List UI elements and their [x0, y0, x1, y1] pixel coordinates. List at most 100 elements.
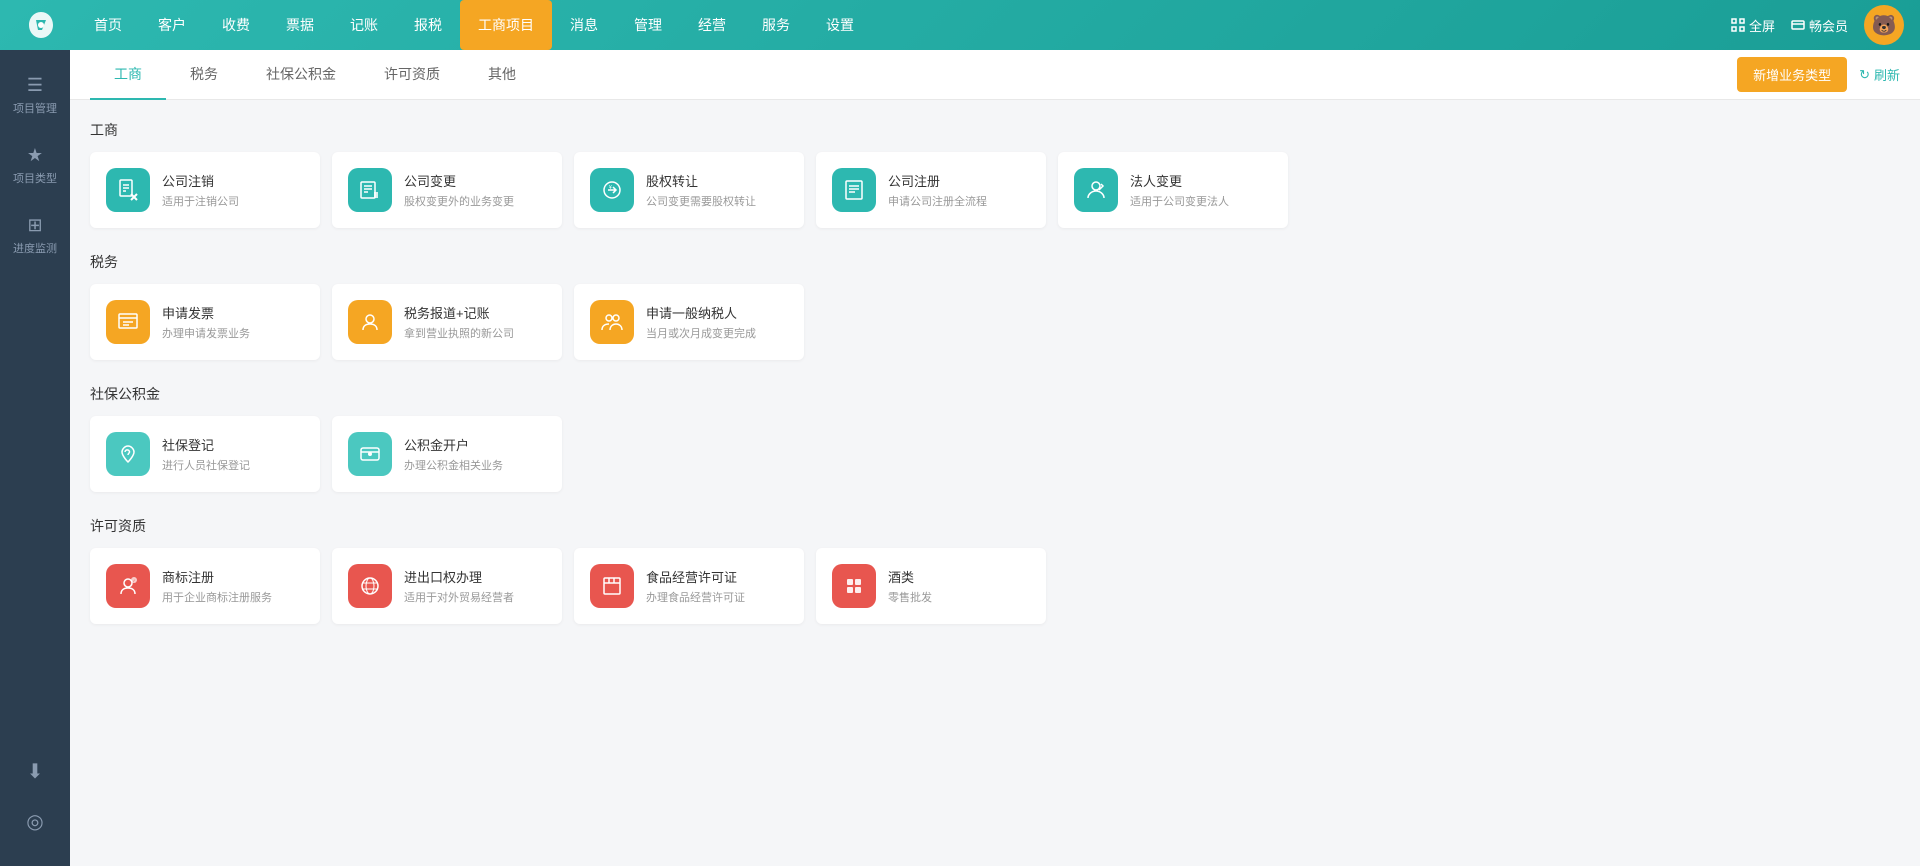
nav-bookkeeping[interactable]: 记账 [332, 0, 396, 50]
card-liquor[interactable]: 酒类 零售批发 [816, 548, 1046, 624]
refresh-icon: ↻ [1859, 67, 1870, 83]
card-title-food-license: 食品经营许可证 [646, 567, 788, 586]
main-layout: ☰ 项目管理 ★ 项目类型 ⊞ 进度监测 ⬇ ◎ 工商 税务 社保公积金 许可资… [0, 50, 1920, 866]
nav-operation[interactable]: 经营 [680, 0, 744, 50]
card-tax-report[interactable]: 税务报道+记账 拿到营业执照的新公司 [332, 284, 562, 360]
card-title-provident-fund: 公积金开户 [404, 435, 546, 454]
card-icon-legal-change [1074, 168, 1118, 212]
card-icon-equity-transfer: ¥ [590, 168, 634, 212]
logo [16, 0, 66, 50]
card-desc-trademark: 用于企业商标注册服务 [162, 589, 304, 605]
card-info-liquor: 酒类 零售批发 [888, 567, 1030, 605]
project-mgmt-icon: ☰ [27, 75, 43, 96]
tab-license[interactable]: 许可资质 [360, 50, 464, 100]
card-title-general-taxpayer: 申请一般纳税人 [646, 303, 788, 322]
nav-charge[interactable]: 收费 [204, 0, 268, 50]
card-icon-apply-invoice [106, 300, 150, 344]
tab-other[interactable]: 其他 [464, 50, 540, 100]
tab-bar: 工商 税务 社保公积金 许可资质 其他 新增业务类型 ↻ 刷新 [70, 50, 1920, 100]
card-title-import-export: 进出口权办理 [404, 567, 546, 586]
nav-right: 全屏 畅会员 🐻 [1731, 5, 1904, 45]
card-desc-social-register: 进行人员社保登记 [162, 457, 304, 473]
card-title-liquor: 酒类 [888, 567, 1030, 586]
card-info-tax-report: 税务报道+记账 拿到营业执照的新公司 [404, 303, 546, 341]
sidebar: ☰ 项目管理 ★ 项目类型 ⊞ 进度监测 ⬇ ◎ [0, 50, 70, 866]
card-social-register[interactable]: 社保登记 进行人员社保登记 [90, 416, 320, 492]
card-info-social-register: 社保登记 进行人员社保登记 [162, 435, 304, 473]
card-general-taxpayer[interactable]: 申请一般纳税人 当月或次月成变更完成 [574, 284, 804, 360]
scroll-content[interactable]: 工商 公司注销 适用于注销公司 公司变更 [70, 100, 1920, 866]
card-icon-import-export [348, 564, 392, 608]
card-desc-legal-change: 适用于公司变更法人 [1130, 193, 1272, 209]
card-title-trademark: 商标注册 [162, 567, 304, 586]
sidebar-item-label-project-type: 项目类型 [13, 170, 57, 186]
card-icon-tax-report [348, 300, 392, 344]
card-desc-provident-fund: 办理公积金相关业务 [404, 457, 546, 473]
nav-settings[interactable]: 设置 [808, 0, 872, 50]
nav-home[interactable]: 首页 [76, 0, 140, 50]
mascot-icon: 🐻 [1864, 5, 1904, 45]
card-info-company-cancel: 公司注销 适用于注销公司 [162, 171, 304, 209]
card-title-equity-transfer: 股权转让 [646, 171, 788, 190]
top-navigation: 首页 客户 收费 票据 记账 报税 工商项目 消息 管理 经营 服务 设置 全屏… [0, 0, 1920, 50]
card-company-cancel[interactable]: 公司注销 适用于注销公司 [90, 152, 320, 228]
new-type-button[interactable]: 新增业务类型 [1737, 57, 1847, 92]
card-info-trademark: 商标注册 用于企业商标注册服务 [162, 567, 304, 605]
member-label: 畅会员 [1809, 16, 1848, 35]
refresh-button[interactable]: ↻ 刷新 [1859, 65, 1900, 84]
card-desc-import-export: 适用于对外贸易经营者 [404, 589, 546, 605]
sidebar-item-label-project-mgmt: 项目管理 [13, 100, 57, 116]
nav-invoice[interactable]: 票据 [268, 0, 332, 50]
content-area: 工商 税务 社保公积金 许可资质 其他 新增业务类型 ↻ 刷新 工商 [70, 50, 1920, 866]
card-company-register[interactable]: 公司注册 申请公司注册全流程 [816, 152, 1046, 228]
sidebar-item-progress-monitor[interactable]: ⊞ 进度监测 [0, 200, 70, 270]
member-button[interactable]: 畅会员 [1791, 16, 1848, 35]
nav-service[interactable]: 服务 [744, 0, 808, 50]
card-desc-general-taxpayer: 当月或次月成变更完成 [646, 325, 788, 341]
card-icon-general-taxpayer [590, 300, 634, 344]
card-title-company-change: 公司变更 [404, 171, 546, 190]
card-trademark[interactable]: ✓ 商标注册 用于企业商标注册服务 [90, 548, 320, 624]
card-icon-company-cancel [106, 168, 150, 212]
section-title-license: 许可资质 [90, 516, 1900, 536]
card-desc-food-license: 办理食品经营许可证 [646, 589, 788, 605]
card-desc-company-register: 申请公司注册全流程 [888, 193, 1030, 209]
card-provident-fund[interactable]: 公积金开户 办理公积金相关业务 [332, 416, 562, 492]
card-legal-change[interactable]: 法人变更 适用于公司变更法人 [1058, 152, 1288, 228]
card-food-license[interactable]: 食品经营许可证 办理食品经营许可证 [574, 548, 804, 624]
nav-management[interactable]: 管理 [616, 0, 680, 50]
nav-message[interactable]: 消息 [552, 0, 616, 50]
fullscreen-button[interactable]: 全屏 [1731, 16, 1775, 35]
card-company-change[interactable]: 公司变更 股权变更外的业务变更 [332, 152, 562, 228]
fullscreen-label: 全屏 [1749, 16, 1775, 35]
card-info-import-export: 进出口权办理 适用于对外贸易经营者 [404, 567, 546, 605]
sidebar-item-project-mgmt[interactable]: ☰ 项目管理 [0, 60, 70, 130]
card-title-company-register: 公司注册 [888, 171, 1030, 190]
card-equity-transfer[interactable]: ¥ 股权转让 公司变更需要股权转让 [574, 152, 804, 228]
sidebar-item-project-type[interactable]: ★ 项目类型 [0, 130, 70, 200]
tab-actions: 新增业务类型 ↻ 刷新 [1737, 57, 1900, 92]
card-icon-food-license [590, 564, 634, 608]
tab-social-insurance[interactable]: 社保公积金 [242, 50, 360, 100]
tab-industrial[interactable]: 工商 [90, 50, 166, 100]
nav-customer[interactable]: 客户 [140, 0, 204, 50]
card-grid-social: 社保登记 进行人员社保登记 公积金开户 办理公积金相关业务 [90, 416, 1900, 492]
nav-items: 首页 客户 收费 票据 记账 报税 工商项目 消息 管理 经营 服务 设置 [76, 0, 1731, 50]
card-icon-company-change [348, 168, 392, 212]
progress-monitor-icon: ⊞ [27, 215, 42, 236]
tab-tax[interactable]: 税务 [166, 50, 242, 100]
card-grid-tax: 申请发票 办理申请发票业务 税务报道+记账 拿到营业执照的新公司 [90, 284, 1900, 360]
refresh-label: 刷新 [1874, 65, 1900, 84]
card-grid-license: ✓ 商标注册 用于企业商标注册服务 进出口权办理 适用于对外贸易经营者 [90, 548, 1900, 624]
sidebar-bottom: ⬇ ◎ [0, 746, 70, 866]
card-apply-invoice[interactable]: 申请发票 办理申请发票业务 [90, 284, 320, 360]
card-title-apply-invoice: 申请发票 [162, 303, 304, 322]
nav-industrial[interactable]: 工商项目 [460, 0, 552, 50]
sidebar-download-btn[interactable]: ⬇ [0, 746, 70, 796]
section-title-social: 社保公积金 [90, 384, 1900, 404]
sidebar-location-btn[interactable]: ◎ [0, 796, 70, 846]
card-import-export[interactable]: 进出口权办理 适用于对外贸易经营者 [332, 548, 562, 624]
nav-tax[interactable]: 报税 [396, 0, 460, 50]
card-title-tax-report: 税务报道+记账 [404, 303, 546, 322]
card-title-company-cancel: 公司注销 [162, 171, 304, 190]
